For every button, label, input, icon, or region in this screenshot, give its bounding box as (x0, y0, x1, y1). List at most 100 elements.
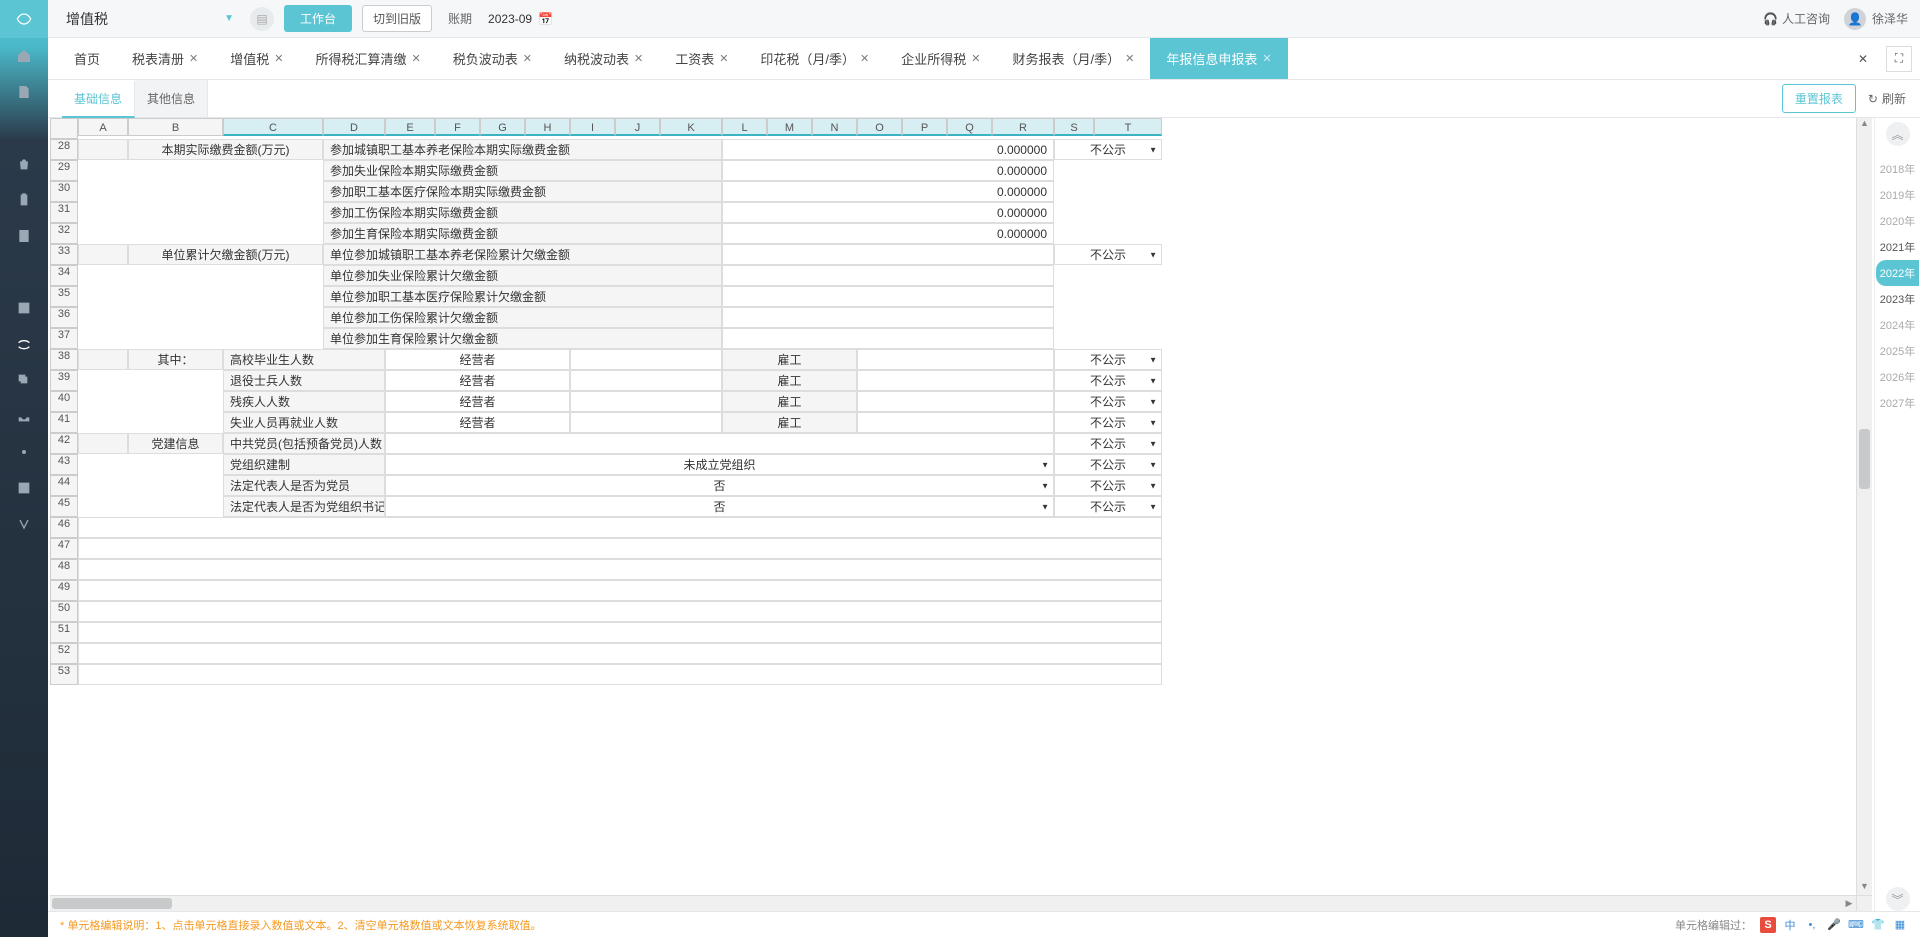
tab-8[interactable]: 企业所得税✕ (885, 38, 996, 79)
row-47[interactable]: 47 (50, 538, 78, 559)
nav-doc-icon[interactable] (0, 74, 48, 110)
tab-close-icon[interactable]: ✕ (719, 52, 728, 65)
g2-val-2[interactable] (722, 286, 1054, 307)
row-39[interactable]: 39 (50, 370, 78, 391)
g4-val-1[interactable]: 未成立党组织 (385, 454, 1054, 475)
row-28[interactable]: 28 (50, 139, 78, 160)
g4-val-0[interactable] (385, 433, 1054, 454)
g4-vis-0[interactable]: 不公示 (1054, 433, 1162, 454)
tab-4[interactable]: 税负波动表✕ (437, 38, 548, 79)
ime-kb-icon[interactable]: ⌨ (1848, 917, 1864, 933)
tab-9[interactable]: 财务报表（月/季）✕ (997, 38, 1151, 79)
tab-3[interactable]: 所得税汇算清缴✕ (299, 38, 436, 79)
tab-close-icon[interactable]: ✕ (523, 52, 532, 65)
empty-24[interactable] (78, 622, 1162, 643)
nav-home-icon[interactable] (0, 38, 48, 74)
row-43[interactable]: 43 (50, 454, 78, 475)
row-35[interactable]: 35 (50, 286, 78, 307)
row-42[interactable]: 42 (50, 433, 78, 454)
nav-grid-icon[interactable] (0, 290, 48, 326)
g1-val-0[interactable]: 0.000000 (722, 139, 1054, 160)
sheet-corner[interactable] (50, 118, 78, 139)
col-O[interactable]: O (857, 118, 902, 136)
year-2020年[interactable]: 2020年 (1876, 208, 1919, 234)
fullscreen-button[interactable]: ⛶ (1886, 46, 1912, 72)
col-G[interactable]: G (480, 118, 525, 136)
workbench-button[interactable]: 工作台 (284, 5, 352, 32)
g2-vis[interactable]: 不公示 (1054, 244, 1162, 265)
col-R[interactable]: R (992, 118, 1054, 136)
nav-copy-icon[interactable] (0, 362, 48, 398)
tab-close-icon[interactable]: ✕ (189, 52, 198, 65)
ime-shirt-icon[interactable]: 👕 (1870, 917, 1886, 933)
row-45[interactable]: 45 (50, 496, 78, 517)
g3-v1-3[interactable] (570, 412, 722, 433)
year-2019年[interactable]: 2019年 (1876, 182, 1919, 208)
row-52[interactable]: 52 (50, 643, 78, 664)
tab-6[interactable]: 工资表✕ (659, 38, 744, 79)
g2-val-1[interactable] (722, 265, 1054, 286)
tab-10[interactable]: 年报信息申报表✕ (1150, 38, 1287, 79)
empty-19[interactable] (78, 517, 1162, 538)
row-38[interactable]: 38 (50, 349, 78, 370)
row-30[interactable]: 30 (50, 181, 78, 202)
row-31[interactable]: 31 (50, 202, 78, 223)
consult-button[interactable]: 🎧 人工咨询 (1763, 10, 1830, 27)
nav-chart-icon[interactable] (0, 110, 48, 146)
subtab-other[interactable]: 其他信息 (135, 80, 208, 117)
year-2022年[interactable]: 2022年 (1876, 260, 1919, 286)
refresh-button[interactable]: ↻ 刷新 (1868, 90, 1906, 107)
year-2026年[interactable]: 2026年 (1876, 364, 1919, 390)
g4-vis-1[interactable]: 不公示 (1054, 454, 1162, 475)
row-40[interactable]: 40 (50, 391, 78, 412)
g3-v1-1[interactable] (570, 370, 722, 391)
tab-close-icon[interactable]: ✕ (274, 52, 283, 65)
rail-up-button[interactable]: ︽ (1886, 122, 1910, 146)
hscroll-thumb[interactable] (52, 898, 172, 909)
g1-vis[interactable]: 不公示 (1054, 139, 1162, 160)
switch-old-button[interactable]: 切到旧版 (362, 5, 432, 32)
horizontal-scrollbar[interactable]: ◀ ▶ (50, 896, 1856, 911)
row-46[interactable]: 46 (50, 517, 78, 538)
col-M[interactable]: M (767, 118, 812, 136)
row-32[interactable]: 32 (50, 223, 78, 244)
tab-7[interactable]: 印花税（月/季）✕ (744, 38, 885, 79)
g1-val-4[interactable]: 0.000000 (722, 223, 1054, 244)
g1-val-2[interactable]: 0.000000 (722, 181, 1054, 202)
col-P[interactable]: P (902, 118, 947, 136)
nav-v-icon[interactable] (0, 506, 48, 542)
row-44[interactable]: 44 (50, 475, 78, 496)
tab-1[interactable]: 税表清册✕ (116, 38, 214, 79)
col-A[interactable]: A (78, 118, 128, 136)
year-2021年[interactable]: 2021年 (1876, 234, 1919, 260)
row-29[interactable]: 29 (50, 160, 78, 181)
g3-v1-2[interactable] (570, 391, 722, 412)
reset-button[interactable]: 重置报表 (1782, 84, 1856, 113)
ime-grid-icon[interactable]: ▦ (1892, 917, 1908, 933)
col-C[interactable]: C (223, 118, 323, 136)
tab-close-icon[interactable]: ✕ (1262, 52, 1271, 65)
user-menu[interactable]: 👤 徐泽华 (1844, 8, 1908, 30)
nav-calc-icon[interactable] (0, 218, 48, 254)
g3-vis-2[interactable]: 不公示 (1054, 391, 1162, 412)
g3-vis-1[interactable]: 不公示 (1054, 370, 1162, 391)
scroll-thumb[interactable] (1859, 429, 1870, 489)
col-T[interactable]: T (1094, 118, 1162, 136)
period-picker[interactable]: 2023-09 📅 (482, 8, 559, 30)
row-50[interactable]: 50 (50, 601, 78, 622)
tab-close-icon[interactable]: ✕ (1125, 52, 1134, 65)
col-E[interactable]: E (385, 118, 435, 136)
empty-25[interactable] (78, 643, 1162, 664)
doc-icon[interactable]: ▤ (250, 7, 274, 31)
g1-val-3[interactable]: 0.000000 (722, 202, 1054, 223)
empty-21[interactable] (78, 559, 1162, 580)
g4-vis-3[interactable]: 不公示 (1054, 496, 1162, 517)
spreadsheet[interactable]: ABCDEFGHIJKLMNOPQRST28293031323334353637… (48, 118, 1874, 911)
year-2018年[interactable]: 2018年 (1876, 156, 1919, 182)
row-37[interactable]: 37 (50, 328, 78, 349)
row-49[interactable]: 49 (50, 580, 78, 601)
col-J[interactable]: J (615, 118, 660, 136)
row-41[interactable]: 41 (50, 412, 78, 433)
col-F[interactable]: F (435, 118, 480, 136)
rail-down-button[interactable]: ︾ (1886, 887, 1910, 911)
